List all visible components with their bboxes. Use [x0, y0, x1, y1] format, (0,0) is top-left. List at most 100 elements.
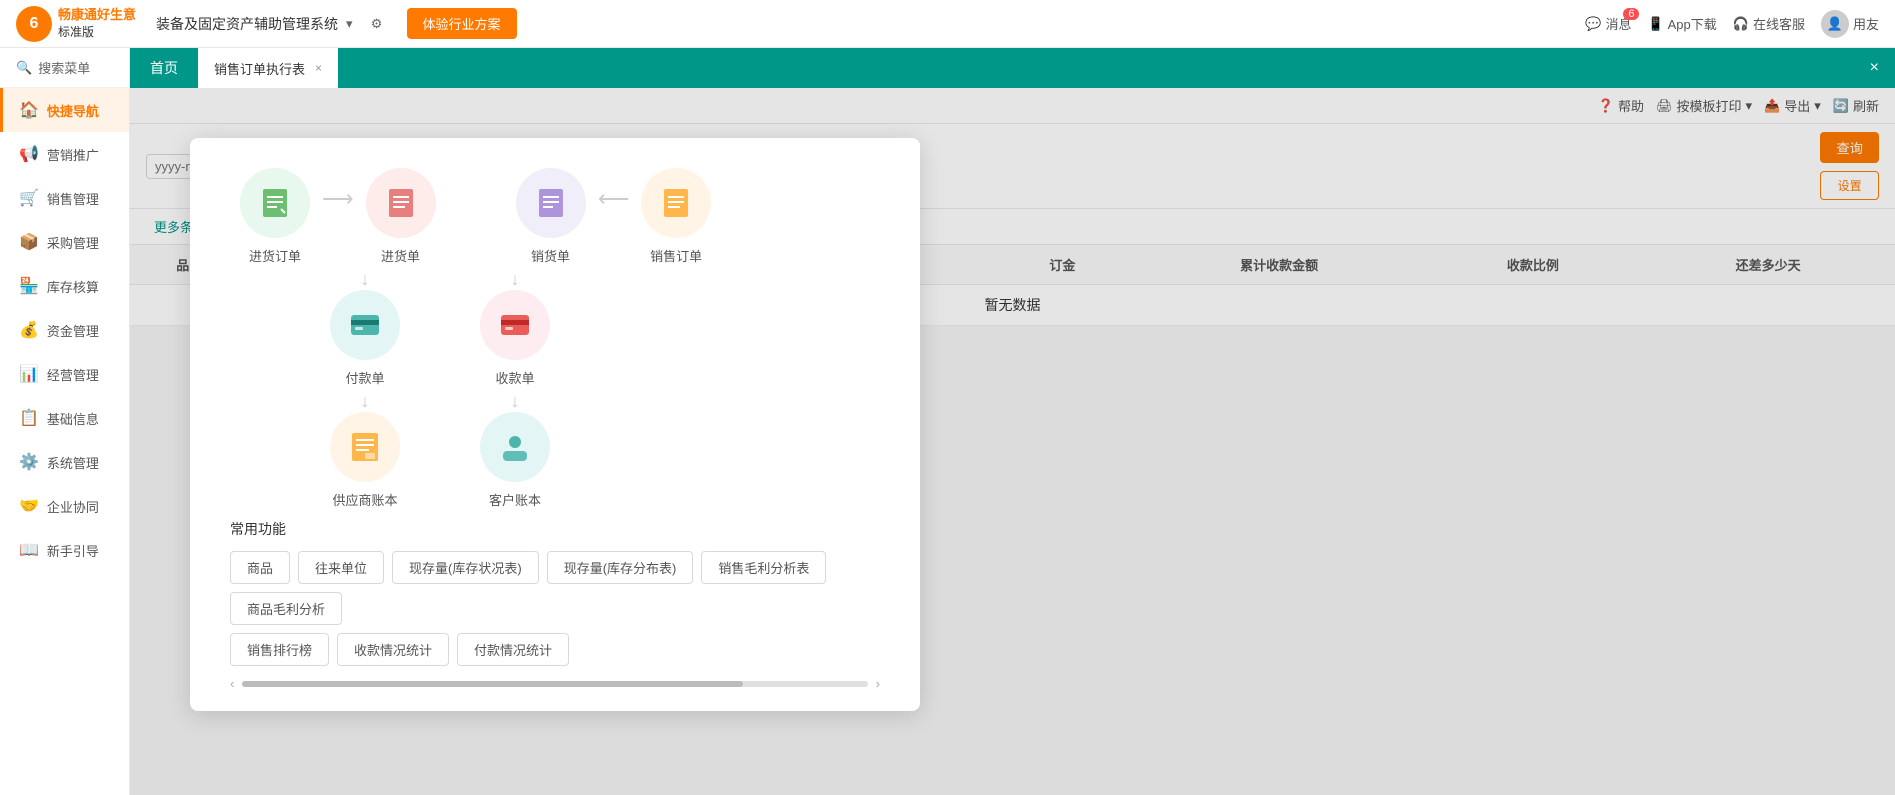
scroll-right-arrow[interactable]: › [876, 676, 880, 691]
logo-area: 6 畅康通好生意 标准版 [16, 6, 146, 42]
sidebar-label-quick-nav: 快捷导航 [47, 101, 99, 120]
flow-node-payment[interactable]: 付款单 [330, 290, 400, 387]
common-funcs-title: 常用功能 [230, 519, 880, 539]
flow-label-supplier-ledger: 供应商账本 [332, 490, 397, 509]
flow-node-sales-order[interactable]: 销售订单 [641, 168, 711, 265]
sidebar-item-sales[interactable]: 🛒 销售管理 [0, 176, 129, 220]
flow-node-purchase-bill[interactable]: 进货单 [366, 168, 436, 265]
purchase-order-circle[interactable] [240, 168, 310, 238]
flow-node-receipt[interactable]: 收款单 [480, 290, 550, 387]
purchase-bill-circle[interactable] [366, 168, 436, 238]
tab-bar: 首页 销售订单执行表 × × [130, 48, 1895, 88]
arrow-down-customer: ↓ [511, 391, 520, 412]
sidebar-item-basic-info[interactable]: 📋 基础信息 [0, 396, 129, 440]
scroll-left-arrow[interactable]: ‹ [230, 676, 234, 691]
sidebar-item-operation[interactable]: 📊 经营管理 [0, 352, 129, 396]
tab-close-all[interactable]: × [1854, 59, 1895, 77]
scrollbar-thumb [242, 681, 742, 687]
main-wrapper: 🔍 搜索菜单 🏠 快捷导航 📢 营销推广 🛒 销售管理 📦 采购管理 🏪 [0, 48, 1895, 795]
message-badge: 6 [1623, 8, 1639, 20]
sidebar-label-marketing: 营销推广 [47, 145, 99, 164]
sidebar-label-newbie: 新手引导 [47, 541, 99, 560]
flow-label-payment: 付款单 [345, 368, 384, 387]
sidebar-label-finance: 资金管理 [47, 321, 99, 340]
topbar-right: 💬 消息 6 📱 App下载 🎧 在线客服 👤 用友 [1585, 10, 1879, 38]
collab-icon: 🤝 [19, 496, 39, 516]
sidebar-item-inventory[interactable]: 🏪 库存核算 [0, 264, 129, 308]
online-service-button[interactable]: 🎧 在线客服 [1733, 14, 1805, 33]
func-btn-receipt-stat[interactable]: 收款情况统计 [337, 633, 449, 666]
sidebar-label-collab: 企业协同 [47, 497, 99, 516]
sidebar-item-system[interactable]: ⚙️ 系统管理 [0, 440, 129, 484]
sales-bill-circle[interactable] [516, 168, 586, 238]
app-download-button[interactable]: 📱 App下载 [1647, 14, 1716, 33]
sidebar-item-finance[interactable]: 💰 资金管理 [0, 308, 129, 352]
online-service-label: 在线客服 [1753, 14, 1805, 33]
flow-node-purchase-order[interactable]: 进货订单 [240, 168, 310, 265]
receipt-circle[interactable] [480, 290, 550, 360]
brand-name: 畅康通好生意 [58, 6, 136, 24]
sidebar-label-system: 系统管理 [47, 453, 99, 472]
sales-icon: 🛒 [19, 188, 39, 208]
arrow-down-receipt: ↓ [511, 269, 520, 290]
func-btn-sales-profit[interactable]: 销售毛利分析表 [701, 551, 826, 584]
customer-ledger-circle[interactable] [480, 412, 550, 482]
flow-node-customer-ledger[interactable]: 客户账本 [480, 412, 550, 509]
func-btn-stock-dist[interactable]: 现存量(库存分布表) [547, 551, 694, 584]
supplier-ledger-circle[interactable] [330, 412, 400, 482]
sidebar-item-newbie[interactable]: 📖 新手引导 [0, 528, 129, 572]
func-btn-stock-status[interactable]: 现存量(库存状况表) [392, 551, 539, 584]
payment-circle[interactable] [330, 290, 400, 360]
sidebar-item-collab[interactable]: 🤝 企业协同 [0, 484, 129, 528]
download-icon: 📱 [1647, 16, 1663, 32]
sidebar-label-purchase: 采购管理 [47, 233, 99, 252]
func-btn-goods[interactable]: 商品 [230, 551, 290, 584]
sidebar-label-inventory: 库存核算 [47, 277, 99, 296]
sidebar-item-quick-nav[interactable]: 🏠 快捷导航 [0, 88, 129, 132]
arrow-salesorder-to-salesbill: ⟶ [598, 186, 630, 212]
panel-scrollbar: ‹ › [230, 676, 880, 691]
quick-nav-icon: 🏠 [19, 100, 39, 120]
quicknav-overlay[interactable]: 进货订单 ⟶ [130, 88, 1895, 795]
func-btn-payment-stat[interactable]: 付款情况统计 [457, 633, 569, 666]
flow-node-sales-bill[interactable]: 销货单 [516, 168, 586, 265]
flow-label-purchase-order: 进货订单 [249, 246, 301, 265]
func-buttons-row1: 商品 往来单位 现存量(库存状况表) 现存量(库存分布表) 销售毛利分析表 商品… [230, 551, 880, 625]
func-btn-sales-rank[interactable]: 销售排行榜 [230, 633, 329, 666]
func-btn-goods-profit[interactable]: 商品毛利分析 [230, 592, 342, 625]
tab-sales-order[interactable]: 销售订单执行表 × [198, 48, 338, 88]
sidebar-label-sales: 销售管理 [47, 189, 99, 208]
flow-diagram-row3: ↓ [230, 391, 880, 509]
logo-text: 畅康通好生意 标准版 [58, 6, 136, 41]
sidebar-item-marketing[interactable]: 📢 营销推广 [0, 132, 129, 176]
flow-label-sales-order: 销售订单 [650, 246, 702, 265]
basic-info-icon: 📋 [19, 408, 39, 428]
sidebar-item-purchase[interactable]: 📦 采购管理 [0, 220, 129, 264]
user-area[interactable]: 👤 用友 [1821, 10, 1879, 38]
message-button[interactable]: 💬 消息 6 [1585, 14, 1631, 33]
arrow-down-payment: ↓ [361, 269, 370, 290]
system-icon: ⚙️ [19, 452, 39, 472]
app-download-label: App下载 [1668, 14, 1717, 33]
topbar-mid: 装备及固定资产辅助管理系统 ▾ ⚙ 体验行业方案 [146, 8, 1585, 39]
func-btn-partner[interactable]: 往来单位 [298, 551, 384, 584]
search-icon: 🔍 [16, 60, 32, 76]
flow-node-supplier-ledger[interactable]: 供应商账本 [330, 412, 400, 509]
flow-label-customer-ledger: 客户账本 [489, 490, 541, 509]
inventory-icon: 🏪 [19, 276, 39, 296]
settings-button[interactable]: ⚙ [363, 10, 391, 38]
flow-label-purchase-bill: 进货单 [381, 246, 420, 265]
search-menu[interactable]: 🔍 搜索菜单 [0, 48, 129, 88]
purchase-icon: 📦 [19, 232, 39, 252]
newbie-icon: 📖 [19, 540, 39, 560]
sales-order-circle[interactable] [641, 168, 711, 238]
system-dropdown[interactable]: ▾ [346, 16, 353, 32]
tab-label-sales-order: 销售订单执行表 [214, 59, 305, 78]
flow-diagram-row2: ↓ 付款单 [230, 269, 880, 387]
scrollbar-track[interactable] [242, 681, 867, 687]
tab-close-sales-order[interactable]: × [315, 61, 322, 75]
top-bar: 6 畅康通好生意 标准版 装备及固定资产辅助管理系统 ▾ ⚙ 体验行业方案 💬 … [0, 0, 1895, 48]
trial-button[interactable]: 体验行业方案 [407, 8, 517, 39]
tab-home[interactable]: 首页 [130, 48, 198, 88]
finance-icon: 💰 [19, 320, 39, 340]
